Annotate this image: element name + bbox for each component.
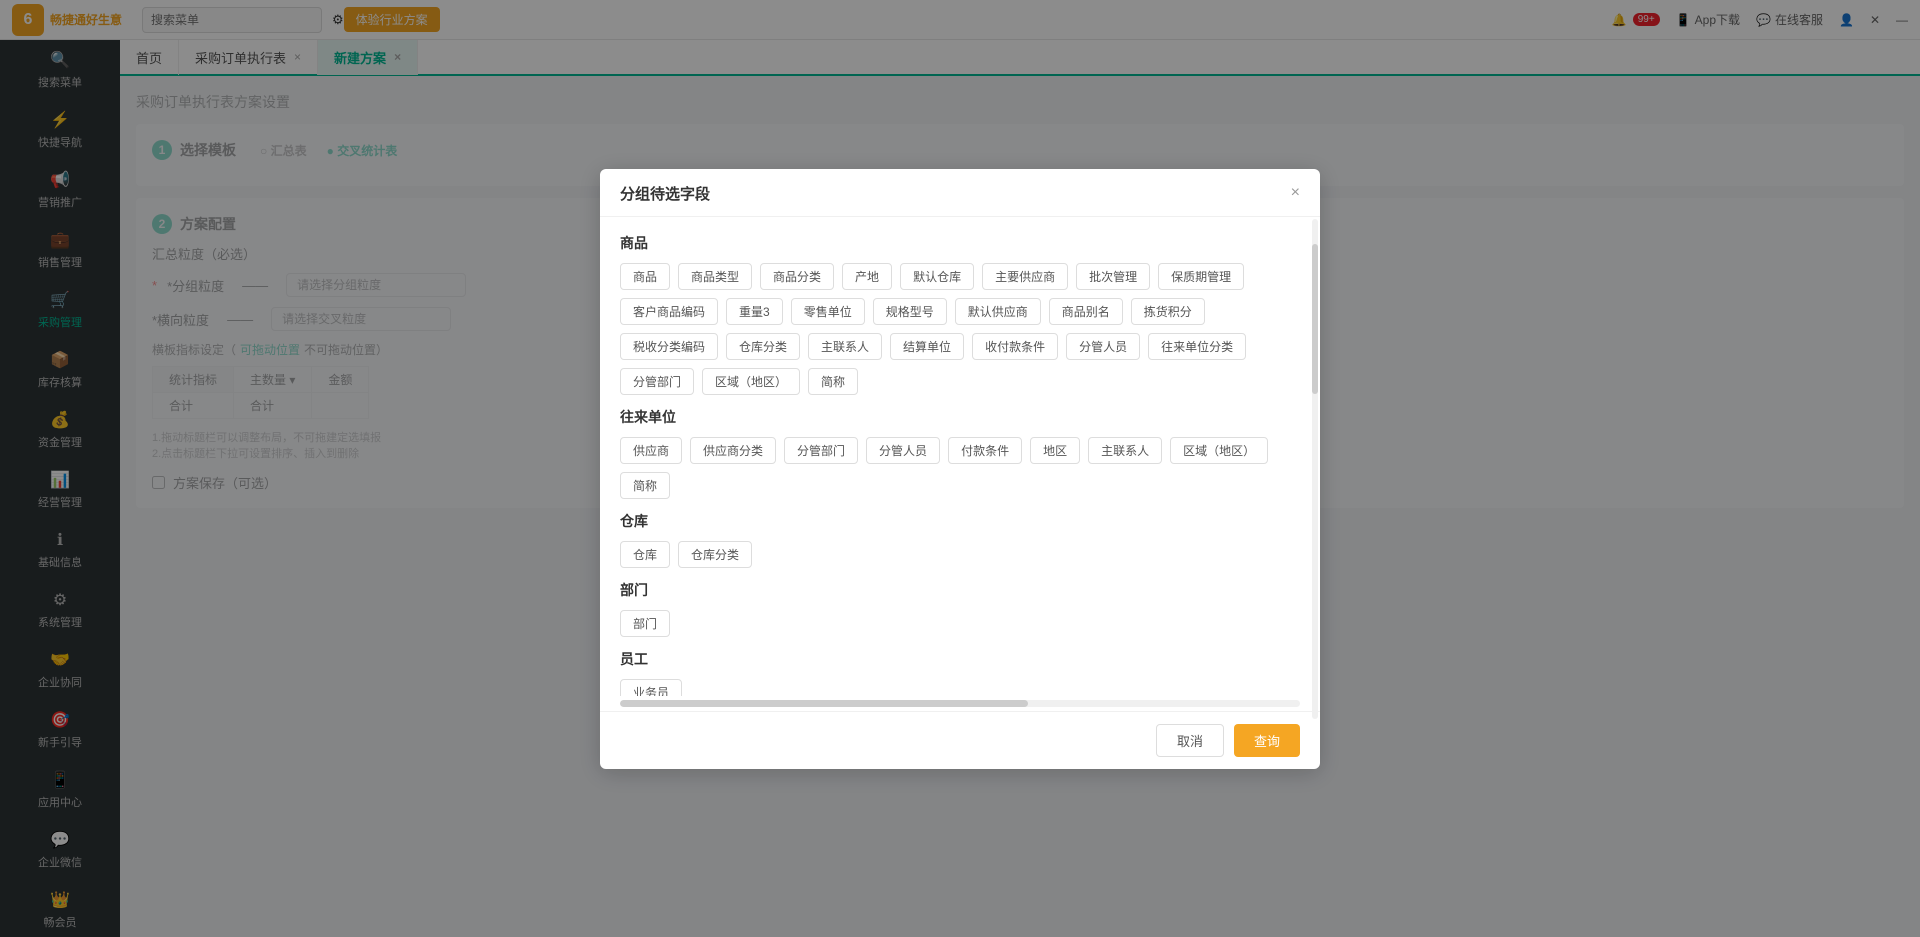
modal-vscroll-thumb: [1312, 244, 1318, 394]
field-tag-0-7[interactable]: 保质期管理: [1158, 263, 1244, 290]
field-tags-4: 业务员: [620, 679, 1300, 697]
field-tag-2-0[interactable]: 仓库: [620, 541, 670, 568]
field-tag-0-18[interactable]: 结算单位: [890, 333, 964, 360]
field-tags-2: 仓库仓库分类: [620, 541, 1300, 568]
field-tag-0-3[interactable]: 产地: [842, 263, 892, 290]
field-tag-0-14[interactable]: 拣货积分: [1131, 298, 1205, 325]
section-title-2: 仓库: [620, 511, 1300, 531]
field-tag-1-6[interactable]: 主联系人: [1088, 437, 1162, 464]
modal-close-btn[interactable]: ×: [1291, 184, 1300, 202]
field-tag-3-0[interactable]: 部门: [620, 610, 670, 637]
field-tag-0-8[interactable]: 客户商品编码: [620, 298, 718, 325]
modal-hscrollbar[interactable]: [620, 700, 1300, 706]
field-tag-1-3[interactable]: 分管人员: [866, 437, 940, 464]
field-tag-0-17[interactable]: 主联系人: [808, 333, 882, 360]
field-tag-0-15[interactable]: 税收分类编码: [620, 333, 718, 360]
modal-overlay[interactable]: 分组待选字段 × 商品商品商品类型商品分类产地默认仓库主要供应商批次管理保质期管…: [0, 0, 1920, 937]
field-tag-0-24[interactable]: 简称: [808, 368, 858, 395]
field-tag-0-0[interactable]: 商品: [620, 263, 670, 290]
field-tag-1-8[interactable]: 简称: [620, 472, 670, 499]
field-tags-0: 商品商品类型商品分类产地默认仓库主要供应商批次管理保质期管理客户商品编码重量3 零…: [620, 263, 1300, 395]
field-tag-0-21[interactable]: 往来单位分类: [1148, 333, 1246, 360]
section-title-1: 往来单位: [620, 407, 1300, 427]
cancel-btn[interactable]: 取消: [1156, 724, 1224, 757]
field-tag-0-20[interactable]: 分管人员: [1066, 333, 1140, 360]
field-tag-0-22[interactable]: 分管部门: [620, 368, 694, 395]
modal-vscroll: [1312, 219, 1318, 719]
field-tag-0-9[interactable]: 重量3: [726, 298, 783, 325]
field-tag-0-1[interactable]: 商品类型: [678, 263, 752, 290]
field-tag-0-19[interactable]: 收付款条件: [972, 333, 1058, 360]
field-tag-0-12[interactable]: 默认供应商: [955, 298, 1041, 325]
field-tag-1-2[interactable]: 分管部门: [784, 437, 858, 464]
field-tag-0-4[interactable]: 默认仓库: [900, 263, 974, 290]
field-tag-0-6[interactable]: 批次管理: [1076, 263, 1150, 290]
modal-hscrollbar-thumb: [620, 700, 1028, 706]
field-tag-0-13[interactable]: 商品别名: [1049, 298, 1123, 325]
field-tag-0-10[interactable]: 零售单位: [791, 298, 865, 325]
field-tag-1-5[interactable]: 地区: [1030, 437, 1080, 464]
field-tag-0-5[interactable]: 主要供应商: [982, 263, 1068, 290]
section-title-0: 商品: [620, 233, 1300, 253]
field-tag-0-2[interactable]: 商品分类: [760, 263, 834, 290]
field-tags-1: 供应商供应商分类分管部门分管人员付款条件地区主联系人区域（地区） 简称: [620, 437, 1300, 499]
section-title-3: 部门: [620, 580, 1300, 600]
field-tag-1-1[interactable]: 供应商分类: [690, 437, 776, 464]
field-tag-0-16[interactable]: 仓库分类: [726, 333, 800, 360]
field-tag-4-0[interactable]: 业务员: [620, 679, 682, 697]
field-tags-3: 部门: [620, 610, 1300, 637]
field-tag-1-7[interactable]: 区域（地区）: [1170, 437, 1268, 464]
modal-header: 分组待选字段 ×: [600, 169, 1320, 217]
field-tag-0-11[interactable]: 规格型号: [873, 298, 947, 325]
field-tag-0-23[interactable]: 区域（地区）: [702, 368, 800, 395]
field-tag-1-0[interactable]: 供应商: [620, 437, 682, 464]
confirm-btn[interactable]: 查询: [1234, 724, 1300, 757]
modal-body[interactable]: 商品商品商品类型商品分类产地默认仓库主要供应商批次管理保质期管理客户商品编码重量…: [600, 217, 1320, 697]
modal-title: 分组待选字段: [620, 183, 710, 204]
field-tag-2-1[interactable]: 仓库分类: [678, 541, 752, 568]
modal: 分组待选字段 × 商品商品商品类型商品分类产地默认仓库主要供应商批次管理保质期管…: [600, 169, 1320, 769]
field-tag-1-4[interactable]: 付款条件: [948, 437, 1022, 464]
modal-footer: 取消 查询: [600, 711, 1320, 769]
section-title-4: 员工: [620, 649, 1300, 669]
